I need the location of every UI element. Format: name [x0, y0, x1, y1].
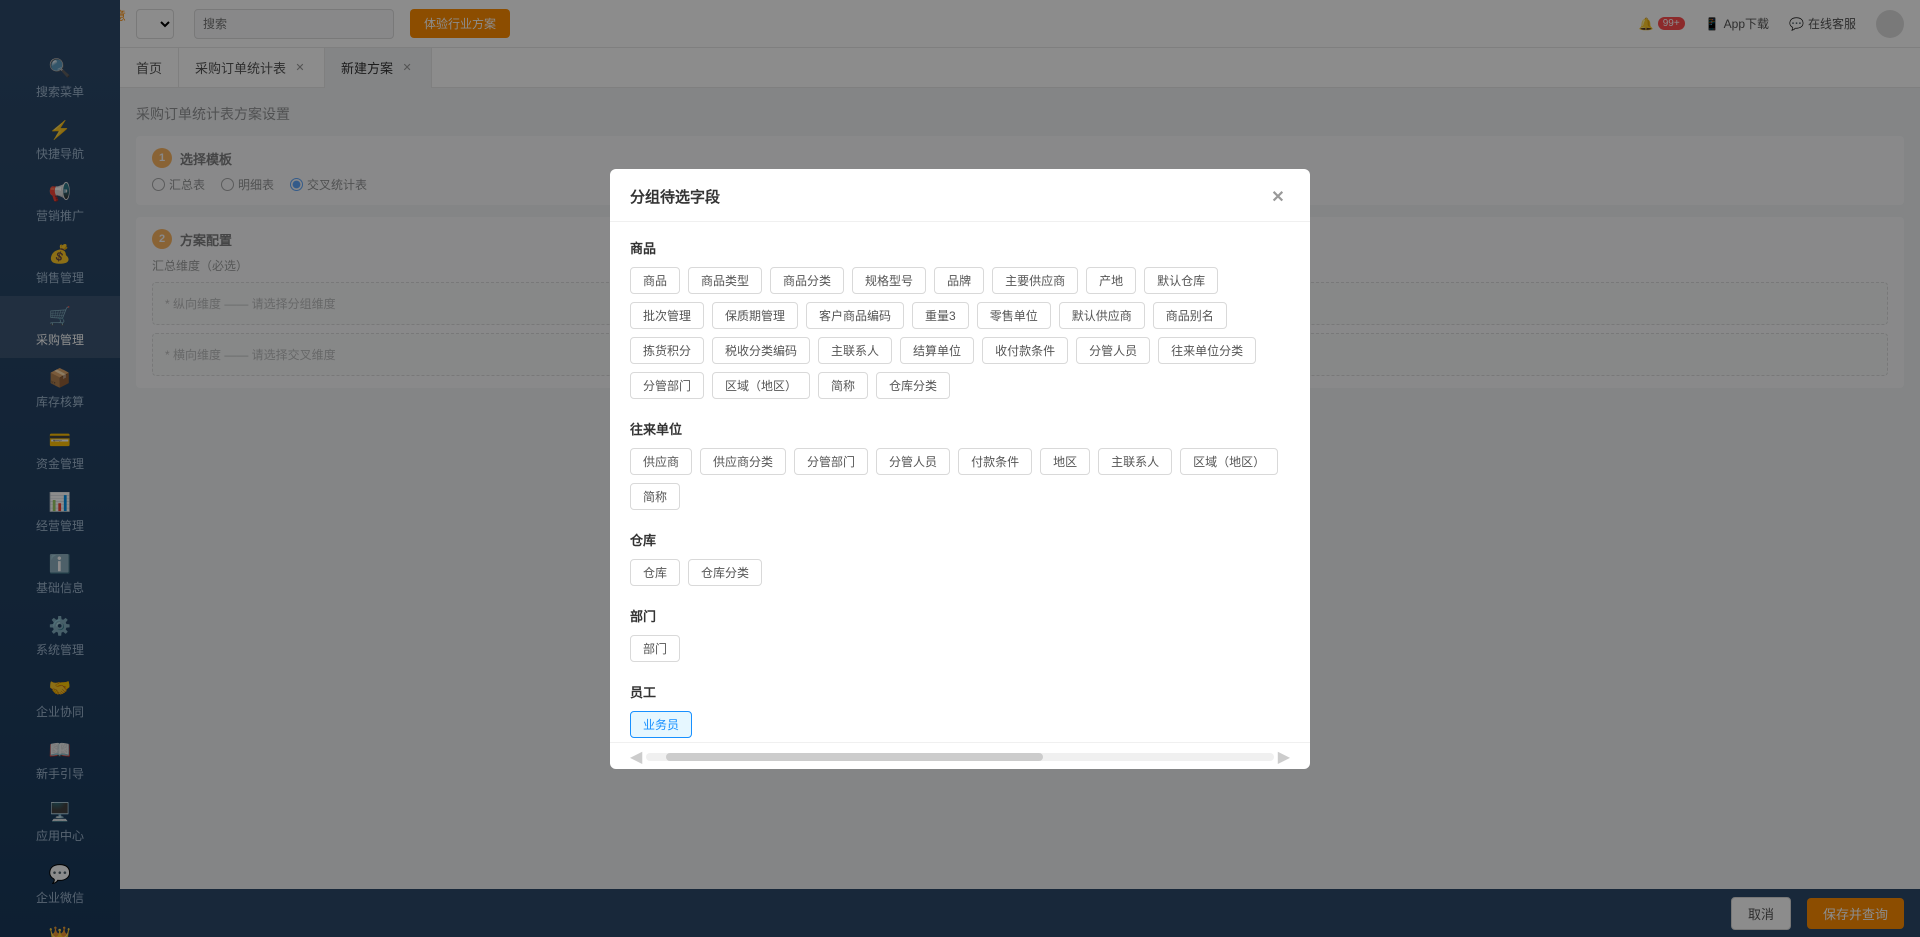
- field-tag[interactable]: 仓库: [630, 559, 680, 586]
- field-tag[interactable]: 默认仓库: [1144, 267, 1218, 294]
- section-dept-title: 部门: [630, 606, 1290, 625]
- scroll-thumb-h: [666, 753, 1042, 761]
- field-tag[interactable]: 客户商品编码: [806, 302, 904, 329]
- section-goods-tags: 商品 商品类型 商品分类 规格型号 品牌 主要供应商 产地 默认仓库 批次管理 …: [630, 267, 1290, 399]
- field-tag[interactable]: 商品分类: [770, 267, 844, 294]
- field-tag[interactable]: 产地: [1086, 267, 1136, 294]
- section-warehouse-tags: 仓库 仓库分类: [630, 559, 1290, 586]
- field-tag[interactable]: 地区: [1040, 448, 1090, 475]
- field-tag[interactable]: 保质期管理: [712, 302, 798, 329]
- field-tag[interactable]: 仓库分类: [876, 372, 950, 399]
- field-tag[interactable]: 区域（地区）: [712, 372, 810, 399]
- field-tag[interactable]: 结算单位: [900, 337, 974, 364]
- section-dept-tags: 部门: [630, 635, 1290, 662]
- field-tag[interactable]: 简称: [630, 483, 680, 510]
- section-employee: 员工 业务员: [630, 682, 1290, 738]
- scroll-left-btn[interactable]: ◀: [630, 747, 642, 767]
- field-tag[interactable]: 部门: [630, 635, 680, 662]
- field-tag[interactable]: 供应商: [630, 448, 692, 475]
- field-tag[interactable]: 主联系人: [818, 337, 892, 364]
- field-tag[interactable]: 简称: [818, 372, 868, 399]
- field-tag[interactable]: 分管人员: [876, 448, 950, 475]
- section-partner: 往来单位 供应商 供应商分类 分管部门 分管人员 付款条件 地区 主联系人 区域…: [630, 419, 1290, 510]
- field-tag[interactable]: 批次管理: [630, 302, 704, 329]
- field-tag[interactable]: 仓库分类: [688, 559, 762, 586]
- modal-close-button[interactable]: ✕: [1266, 185, 1290, 209]
- field-tag[interactable]: 区域（地区）: [1180, 448, 1278, 475]
- modal-header: 分组待选字段 ✕: [610, 169, 1310, 222]
- field-tag[interactable]: 往来单位分类: [1158, 337, 1256, 364]
- field-tag[interactable]: 拣货积分: [630, 337, 704, 364]
- field-tag[interactable]: 分管人员: [1076, 337, 1150, 364]
- modal-overlay[interactable]: 分组待选字段 ✕ 商品 商品 商品类型 商品分类 规格型号 品牌 主要供应商 产…: [0, 0, 1920, 937]
- field-tag-selected[interactable]: 业务员: [630, 711, 692, 738]
- modal-title: 分组待选字段: [630, 186, 720, 207]
- field-tag[interactable]: 收付款条件: [982, 337, 1068, 364]
- section-employee-title: 员工: [630, 682, 1290, 701]
- field-tag[interactable]: 主联系人: [1098, 448, 1172, 475]
- field-tag[interactable]: 重量3: [912, 302, 969, 329]
- section-warehouse-title: 仓库: [630, 530, 1290, 549]
- field-tag[interactable]: 分管部门: [630, 372, 704, 399]
- field-tag[interactable]: 税收分类编码: [712, 337, 810, 364]
- field-tag[interactable]: 商品类型: [688, 267, 762, 294]
- scroll-right-btn[interactable]: ▶: [1278, 747, 1290, 767]
- field-tag[interactable]: 默认供应商: [1059, 302, 1145, 329]
- field-tag[interactable]: 商品: [630, 267, 680, 294]
- section-partner-title: 往来单位: [630, 419, 1290, 438]
- field-tag[interactable]: 分管部门: [794, 448, 868, 475]
- modal-dialog: 分组待选字段 ✕ 商品 商品 商品类型 商品分类 规格型号 品牌 主要供应商 产…: [610, 169, 1310, 769]
- field-tag[interactable]: 供应商分类: [700, 448, 786, 475]
- field-tag[interactable]: 零售单位: [977, 302, 1051, 329]
- section-partner-tags: 供应商 供应商分类 分管部门 分管人员 付款条件 地区 主联系人 区域（地区） …: [630, 448, 1290, 510]
- section-warehouse: 仓库 仓库 仓库分类: [630, 530, 1290, 586]
- field-tag[interactable]: 规格型号: [852, 267, 926, 294]
- section-employee-tags: 业务员: [630, 711, 1290, 738]
- modal-body[interactable]: 商品 商品 商品类型 商品分类 规格型号 品牌 主要供应商 产地 默认仓库 批次…: [610, 222, 1310, 742]
- section-goods-title: 商品: [630, 238, 1290, 257]
- field-tag[interactable]: 商品别名: [1153, 302, 1227, 329]
- section-goods: 商品 商品 商品类型 商品分类 规格型号 品牌 主要供应商 产地 默认仓库 批次…: [630, 238, 1290, 399]
- field-tag[interactable]: 主要供应商: [992, 267, 1078, 294]
- field-tag[interactable]: 品牌: [934, 267, 984, 294]
- section-dept: 部门 部门: [630, 606, 1290, 662]
- field-tag[interactable]: 付款条件: [958, 448, 1032, 475]
